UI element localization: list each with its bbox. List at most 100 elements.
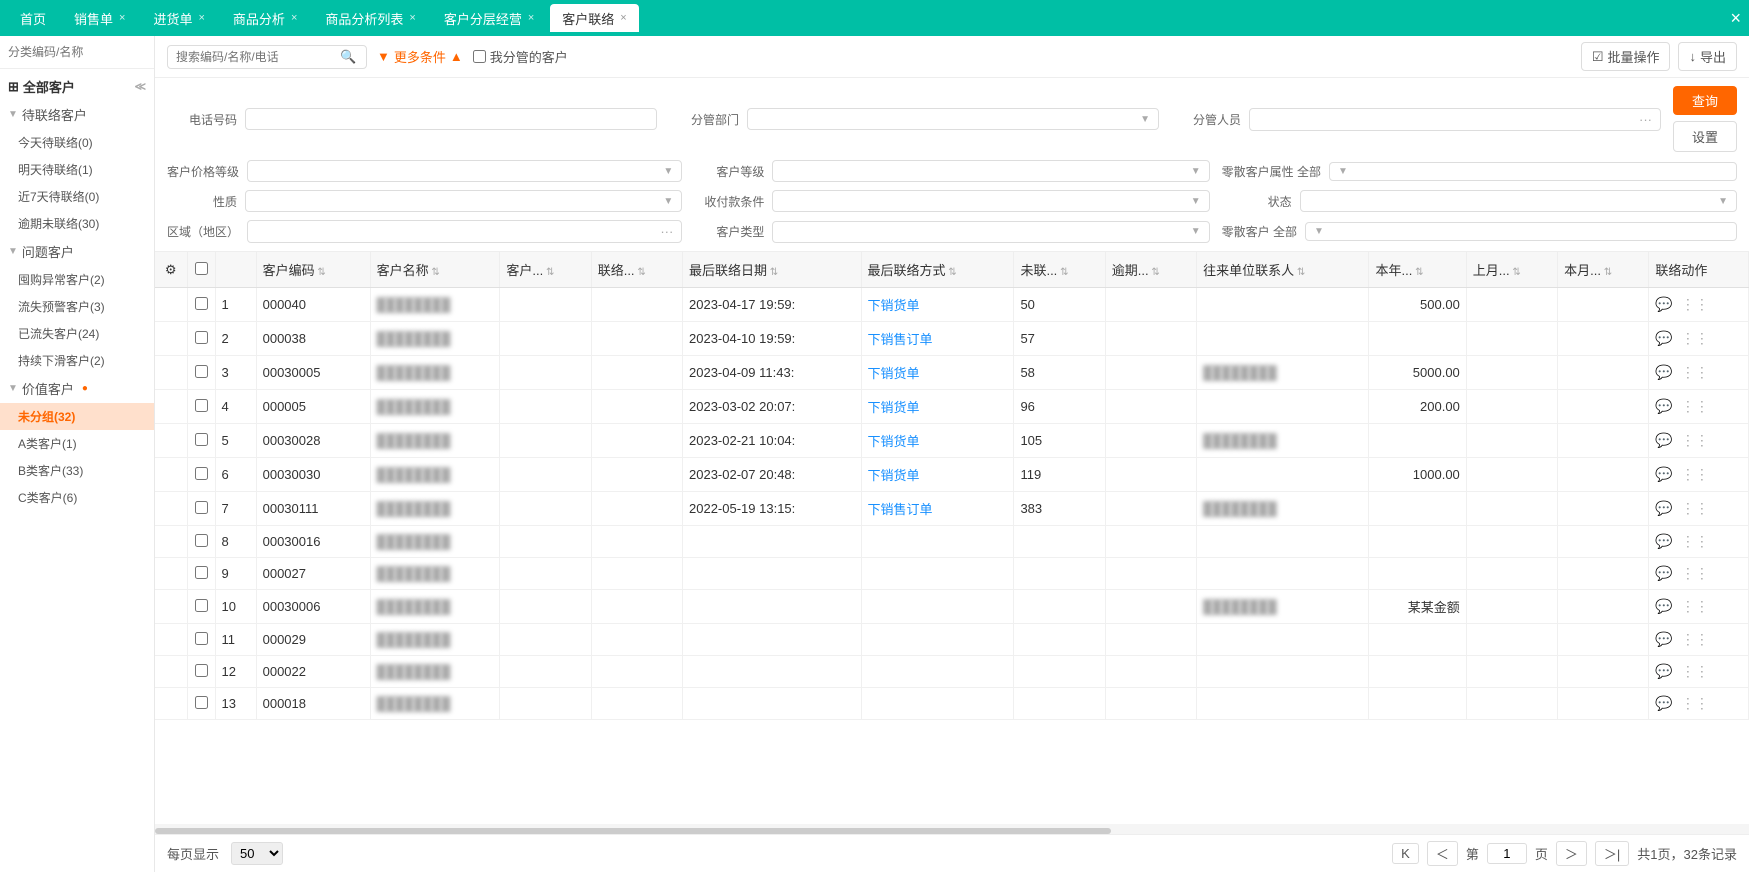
column-this-year[interactable]: 本年... <box>1369 252 1466 288</box>
tab-home[interactable]: 首页 <box>8 4 58 32</box>
custtype-input[interactable] <box>781 225 1186 239</box>
table-cell[interactable] <box>1466 458 1557 492</box>
sidebar-group-value[interactable]: ▼ 价值客户 ● <box>0 374 154 403</box>
filter-region-input[interactable]: ··· <box>247 220 682 243</box>
table-cell[interactable]: ████████ <box>1197 356 1369 390</box>
more-icon[interactable]: ⋮⋮ <box>1681 398 1709 415</box>
chat-icon[interactable]: 💬 <box>1655 330 1672 347</box>
table-cell[interactable] <box>1558 356 1649 390</box>
table-cell[interactable]: ████████ <box>370 322 500 356</box>
table-cell[interactable]: ████████ <box>370 624 500 656</box>
manager-ellipsis[interactable]: ··· <box>1639 112 1652 127</box>
row-checkbox[interactable] <box>195 365 208 378</box>
tab-customer-contact[interactable]: 客户联络 × <box>550 4 638 32</box>
table-cell[interactable] <box>1558 590 1649 624</box>
table-cell[interactable]: 💬 ⋮⋮ <box>1649 458 1749 492</box>
table-cell[interactable]: 💬 ⋮⋮ <box>1649 356 1749 390</box>
table-cell[interactable] <box>1197 656 1369 688</box>
first-page-button[interactable]: K <box>1392 843 1419 864</box>
sidebar-item-week-pending[interactable]: 近7天待联络(0) <box>0 183 154 210</box>
sidebar-group-pending[interactable]: ▼ 待联络客户 <box>0 100 154 129</box>
region-input[interactable] <box>256 225 656 239</box>
more-icon[interactable]: ⋮⋮ <box>1681 500 1709 517</box>
table-cell[interactable] <box>155 590 187 624</box>
column-last-contact-method[interactable]: 最后联络方式 <box>861 252 1014 288</box>
manager-input[interactable] <box>1258 112 1635 126</box>
table-cell[interactable] <box>591 590 682 624</box>
table-cell[interactable]: ████████ <box>370 288 500 322</box>
tab-purchase[interactable]: 进货单 × <box>141 4 216 32</box>
chat-icon[interactable]: 💬 <box>1655 565 1672 582</box>
sidebar-item-class-a[interactable]: A类客户(1) <box>0 430 154 457</box>
chat-icon[interactable]: 💬 <box>1655 663 1672 680</box>
filter-dept-input[interactable]: ▼ <box>747 108 1159 130</box>
payment-input[interactable] <box>781 194 1186 208</box>
tab-analysis-list[interactable]: 商品分析列表 × <box>313 4 427 32</box>
table-cell[interactable]: ████████ <box>370 424 500 458</box>
table-cell[interactable] <box>861 590 1014 624</box>
pricelevel-input[interactable] <box>256 164 659 178</box>
more-icon[interactable]: ⋮⋮ <box>1681 296 1709 313</box>
table-cell[interactable] <box>861 526 1014 558</box>
contact-method-link[interactable]: 下销货单 <box>868 468 920 483</box>
tab-sales[interactable]: 销售单 × <box>62 4 137 32</box>
table-cell[interactable] <box>1105 656 1196 688</box>
table-cell[interactable] <box>1197 322 1369 356</box>
close-all-button[interactable]: × <box>1730 8 1741 29</box>
status-arrow[interactable]: ▼ <box>1718 196 1728 207</box>
table-cell[interactable] <box>1558 492 1649 526</box>
table-cell[interactable] <box>591 424 682 458</box>
table-cell[interactable] <box>1105 590 1196 624</box>
table-cell[interactable]: 💬 ⋮⋮ <box>1649 558 1749 590</box>
table-cell[interactable] <box>591 492 682 526</box>
contact-method-link[interactable]: 下销货单 <box>868 400 920 415</box>
dept-input[interactable] <box>756 112 1136 126</box>
tab-sales-close[interactable]: × <box>119 12 125 24</box>
table-cell[interactable]: ████████ <box>370 492 500 526</box>
column-last-contact-date[interactable]: 最后联络日期 <box>683 252 862 288</box>
table-cell[interactable] <box>1105 492 1196 526</box>
table-cell[interactable] <box>187 492 215 526</box>
table-cell[interactable] <box>155 356 187 390</box>
table-cell[interactable] <box>591 356 682 390</box>
table-cell[interactable] <box>1466 526 1557 558</box>
nature-input[interactable] <box>254 194 659 208</box>
retail-attr-arrow[interactable]: ▼ <box>1338 166 1348 177</box>
table-cell[interactable] <box>155 688 187 720</box>
table-cell[interactable] <box>1466 656 1557 688</box>
pricelevel-arrow[interactable]: ▼ <box>663 166 673 177</box>
table-cell[interactable] <box>155 526 187 558</box>
table-cell[interactable] <box>1105 558 1196 590</box>
table-cell[interactable]: 💬 ⋮⋮ <box>1649 590 1749 624</box>
sidebar-item-churn-warning[interactable]: 流失预警客户(3) <box>0 293 154 320</box>
table-cell[interactable] <box>187 424 215 458</box>
sidebar-item-tomorrow-pending[interactable]: 明天待联络(1) <box>0 156 154 183</box>
more-icon[interactable]: ⋮⋮ <box>1681 598 1709 615</box>
chat-icon[interactable]: 💬 <box>1655 466 1672 483</box>
table-cell[interactable] <box>1197 558 1369 590</box>
table-cell[interactable] <box>187 526 215 558</box>
filter-my-customers[interactable]: 我分管的客户 <box>473 47 568 66</box>
table-cell[interactable] <box>187 590 215 624</box>
table-cell[interactable] <box>500 288 591 322</box>
table-cell[interactable] <box>861 624 1014 656</box>
filter-custlevel-input[interactable]: ▼ <box>772 160 1209 182</box>
table-cell[interactable] <box>1466 424 1557 458</box>
query-button[interactable]: 查询 <box>1673 86 1737 115</box>
table-cell[interactable] <box>155 624 187 656</box>
table-cell[interactable] <box>1197 288 1369 322</box>
filter-search-box[interactable]: 🔍 <box>167 45 367 69</box>
filter-payment-input[interactable]: ▼ <box>772 190 1209 212</box>
table-cell[interactable] <box>1558 288 1649 322</box>
table-cell[interactable]: 下销货单 <box>861 424 1014 458</box>
my-customers-checkbox[interactable] <box>473 50 486 63</box>
tab-customer-segment-close[interactable]: × <box>528 12 534 24</box>
table-cell[interactable] <box>591 458 682 492</box>
filter-more-button[interactable]: ▼ 更多条件 ▲ <box>377 47 463 66</box>
scrollbar-thumb[interactable] <box>155 828 1111 834</box>
table-cell[interactable] <box>591 322 682 356</box>
column-this-month[interactable]: 本月... <box>1558 252 1649 288</box>
next-page-button[interactable]: ＞ <box>1556 841 1587 866</box>
filter-retail-cust-input[interactable]: ▼ <box>1305 222 1737 241</box>
last-page-button[interactable]: ＞| <box>1595 841 1629 866</box>
